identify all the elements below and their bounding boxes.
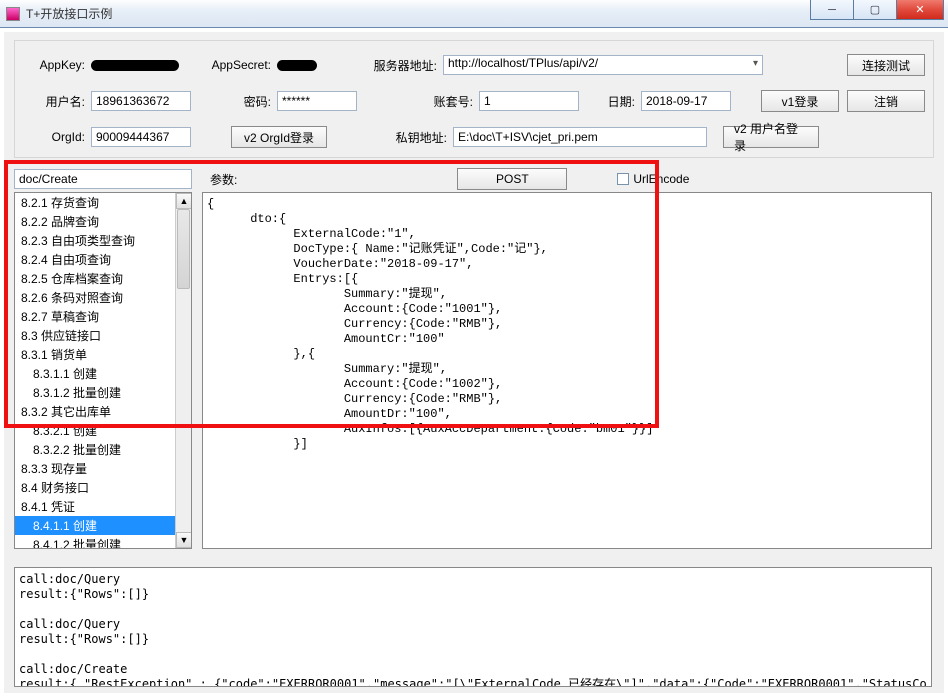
appsecret-value-masked [277,60,317,71]
user-label: 用户名: [25,93,85,110]
server-combo[interactable]: http://localhost/TPlus/api/v2/ [443,55,763,75]
urlencode-label: UrlEncode [633,172,689,186]
param-label: 参数: [210,171,237,188]
tree-item[interactable]: 8.2.7 草稿查询 [15,307,175,326]
appkey-label: AppKey: [25,58,85,72]
acct-label: 账套号: [413,93,473,110]
close-button[interactable]: ✕ [896,0,944,20]
tree-item[interactable]: 8.2.5 仓库档案查询 [15,269,175,288]
middle-panel: 参数: POST UrlEncode 8.2.1 存货查询8.2.2 品牌查询8… [4,166,944,555]
date-label: 日期: [595,93,635,110]
tree-item[interactable]: 8.4 财务接口 [15,478,175,497]
tree-item[interactable]: 8.2.4 自由项查询 [15,250,175,269]
v2-user-login-button[interactable]: v2 用户名登录 [723,126,819,148]
v2-orgid-login-button[interactable]: v2 OrgId登录 [231,126,327,148]
tree-item[interactable]: 8.3.3 现存量 [15,459,175,478]
client-area: AppKey: AppSecret: 服务器地址: http://localho… [4,32,944,693]
form-panel: AppKey: AppSecret: 服务器地址: http://localho… [14,40,934,158]
tree-scrollbar[interactable]: ▲ ▼ [175,193,191,548]
scroll-down-icon[interactable]: ▼ [176,532,192,548]
appsecret-label: AppSecret: [201,58,271,72]
minimize-button[interactable]: ─ [810,0,854,20]
pwd-label: 密码: [231,93,271,110]
tree-item[interactable]: 8.2.6 条码对照查询 [15,288,175,307]
logout-button[interactable]: 注销 [847,90,925,112]
maximize-button[interactable]: ▢ [853,0,897,20]
window-title: T+开放接口示例 [26,5,112,22]
doc-input[interactable] [14,169,192,189]
tree-item[interactable]: 8.2.1 存货查询 [15,193,175,212]
tree-item[interactable]: 8.3.2.2 批量创建 [15,440,175,459]
tree-item[interactable]: 8.3.1 销货单 [15,345,175,364]
tree-item[interactable]: 8.3.2.1 创建 [15,421,175,440]
server-label: 服务器地址: [357,57,437,74]
tree-item[interactable]: 8.3 供应链接口 [15,326,175,345]
pwd-input[interactable] [277,91,357,111]
app-icon [6,7,20,21]
scroll-thumb[interactable] [177,209,190,289]
acct-input[interactable] [479,91,579,111]
key-label: 私钥地址: [377,129,447,146]
date-input[interactable] [641,91,731,111]
v1-login-button[interactable]: v1登录 [761,90,839,112]
urlencode-checkbox[interactable] [617,173,629,185]
orgid-input[interactable] [91,127,191,147]
user-input[interactable] [91,91,191,111]
tree-item[interactable]: 8.3.1.2 批量创建 [15,383,175,402]
api-tree[interactable]: 8.2.1 存货查询8.2.2 品牌查询8.2.3 自由项类型查询8.2.4 自… [14,192,192,549]
log-output[interactable]: call:doc/Query result:{"Rows":[]} call:d… [14,567,932,687]
connect-test-button[interactable]: 连接测试 [847,54,925,76]
tree-item[interactable]: 8.3.1.1 创建 [15,364,175,383]
param-textarea[interactable]: { dto:{ ExternalCode:"1", DocType:{ Name… [202,192,932,549]
appkey-value-masked [91,60,179,71]
tree-item[interactable]: 8.3.2 其它出库单 [15,402,175,421]
scroll-up-icon[interactable]: ▲ [176,193,192,209]
orgid-label: OrgId: [25,130,85,144]
tree-item[interactable]: 8.4.1.2 批量创建 [15,535,175,548]
title-bar: T+开放接口示例 ─ ▢ ✕ [0,0,948,28]
tree-item[interactable]: 8.2.3 自由项类型查询 [15,231,175,250]
tree-item[interactable]: 8.4.1.1 创建 [15,516,175,535]
key-input[interactable] [453,127,707,147]
post-button[interactable]: POST [457,168,567,190]
tree-item[interactable]: 8.4.1 凭证 [15,497,175,516]
tree-item[interactable]: 8.2.2 品牌查询 [15,212,175,231]
